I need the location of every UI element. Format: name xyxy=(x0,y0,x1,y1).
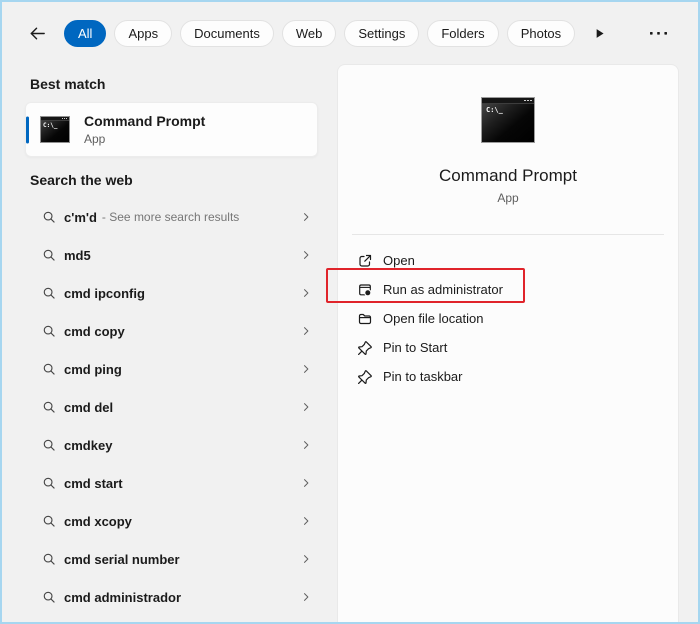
result-preview-panel: C:\_ Command Prompt App Open Run as admi… xyxy=(337,64,679,624)
web-query-text: c'm'd xyxy=(64,210,97,225)
filter-tab-label: Web xyxy=(296,26,323,41)
web-suggestion-row[interactable]: cmd del xyxy=(25,388,320,426)
search-icon xyxy=(42,552,56,566)
command-prompt-icon: C:\_ xyxy=(40,116,70,143)
best-match-subtitle: App xyxy=(84,131,205,147)
filter-tab[interactable]: Apps xyxy=(114,20,172,47)
pin-taskbar-icon xyxy=(357,369,373,385)
app-action-row[interactable]: Run as administrator xyxy=(338,275,678,304)
web-query-text: cmd ipconfig xyxy=(64,286,145,301)
web-suggestion-row[interactable]: cmd ipconfig xyxy=(25,274,320,312)
web-query-text: cmd del xyxy=(64,400,113,415)
filter-tab-label: Settings xyxy=(358,26,405,41)
chevron-right-icon xyxy=(300,287,312,299)
chevron-right-icon xyxy=(300,515,312,527)
app-action-label: Open file location xyxy=(383,311,483,326)
back-arrow-icon xyxy=(28,24,47,43)
search-results-column: Best match C:\_ Command Prompt App Searc… xyxy=(25,64,320,616)
filter-tab-label: Folders xyxy=(441,26,484,41)
web-query-text: cmd administrador xyxy=(64,590,181,605)
chevron-right-icon xyxy=(300,591,312,603)
web-suggestions-list: c'm'd - See more search results xyxy=(25,198,320,616)
chevron-right-icon xyxy=(300,363,312,375)
web-query-text: cmd start xyxy=(64,476,123,491)
filter-tab[interactable]: Settings xyxy=(344,20,419,47)
filter-tab-label: All xyxy=(78,26,92,41)
web-suggestion-row[interactable]: cmd ping xyxy=(25,350,320,388)
chevron-right-icon xyxy=(300,477,312,489)
web-suggestion-row[interactable]: md5 xyxy=(25,236,320,274)
play-triangle-icon xyxy=(593,27,606,40)
best-match-result[interactable]: C:\_ Command Prompt App xyxy=(25,102,318,157)
web-query-text: md5 xyxy=(64,248,91,263)
preview-app-title: Command Prompt xyxy=(338,165,678,187)
app-action-label: Pin to Start xyxy=(383,340,447,355)
web-query-text: cmd ping xyxy=(64,362,122,377)
search-icon xyxy=(42,514,56,528)
selection-accent-bar xyxy=(26,116,29,143)
chevron-right-icon xyxy=(300,325,312,337)
search-icon xyxy=(42,590,56,604)
ellipsis-icon xyxy=(650,31,668,36)
filter-tab[interactable]: Photos xyxy=(507,20,575,47)
filter-tab[interactable]: All xyxy=(64,20,106,47)
back-button[interactable] xyxy=(22,18,52,48)
app-actions-list: Open Run as administrator Open file loca… xyxy=(338,246,678,391)
search-icon xyxy=(42,324,56,338)
best-match-header: Best match xyxy=(30,76,320,94)
app-action-label: Pin to taskbar xyxy=(383,369,463,384)
best-match-title: Command Prompt xyxy=(84,112,205,130)
filter-tab[interactable]: Documents xyxy=(180,20,274,47)
run-admin-icon xyxy=(357,282,373,298)
search-icon xyxy=(42,286,56,300)
search-icon xyxy=(42,438,56,452)
search-icon xyxy=(42,210,56,224)
web-suggestion-row[interactable]: cmd start xyxy=(25,464,320,502)
chevron-right-icon xyxy=(300,249,312,261)
web-suggestion-row[interactable]: cmd xcopy xyxy=(25,502,320,540)
search-icon xyxy=(42,248,56,262)
web-query-text: cmdkey xyxy=(64,438,112,453)
search-icon xyxy=(42,400,56,414)
pin-start-icon xyxy=(357,340,373,356)
more-filters-button[interactable] xyxy=(584,18,614,48)
app-action-row[interactable]: Open xyxy=(338,246,678,275)
preview-app-subtitle: App xyxy=(338,190,678,206)
chevron-right-icon xyxy=(300,211,312,223)
search-the-web-header: Search the web xyxy=(30,172,320,190)
app-action-label: Run as administrator xyxy=(383,282,503,297)
options-button[interactable] xyxy=(644,18,674,48)
app-action-row[interactable]: Pin to Start xyxy=(338,333,678,362)
web-suggestion-row[interactable]: cmd copy xyxy=(25,312,320,350)
web-query-text: cmd copy xyxy=(64,324,125,339)
chevron-right-icon xyxy=(300,439,312,451)
search-icon xyxy=(42,476,56,490)
chevron-right-icon xyxy=(300,553,312,565)
web-query-text: cmd serial number xyxy=(64,552,180,567)
filter-tab[interactable]: Web xyxy=(282,20,337,47)
chevron-right-icon xyxy=(300,401,312,413)
filter-tab-label: Documents xyxy=(194,26,260,41)
search-icon xyxy=(42,362,56,376)
web-query-text: cmd xcopy xyxy=(64,514,132,529)
command-prompt-icon-large: C:\_ xyxy=(481,97,535,143)
app-action-row[interactable]: Pin to taskbar xyxy=(338,362,678,391)
filter-tab[interactable]: Folders xyxy=(427,20,498,47)
windows-search-panel: All Apps Documents Web Settings Folders … xyxy=(0,0,700,624)
filter-tab-label: Photos xyxy=(521,26,561,41)
app-action-row[interactable]: Open file location xyxy=(338,304,678,333)
folder-icon xyxy=(357,311,373,327)
search-filter-bar: All Apps Documents Web Settings Folders … xyxy=(2,2,698,64)
app-action-label: Open xyxy=(383,253,415,268)
web-suggestion-row[interactable]: cmdkey xyxy=(25,426,320,464)
open-icon xyxy=(357,253,373,269)
web-suggestion-row[interactable]: cmd administrador xyxy=(25,578,320,616)
web-query-suffix: - See more search results xyxy=(102,210,239,224)
web-suggestion-row[interactable]: c'm'd - See more search results xyxy=(25,198,320,236)
web-suggestion-row[interactable]: cmd serial number xyxy=(25,540,320,578)
preview-divider xyxy=(352,234,664,235)
filter-tabs: All Apps Documents Web Settings Folders … xyxy=(64,20,575,47)
filter-tab-label: Apps xyxy=(128,26,158,41)
